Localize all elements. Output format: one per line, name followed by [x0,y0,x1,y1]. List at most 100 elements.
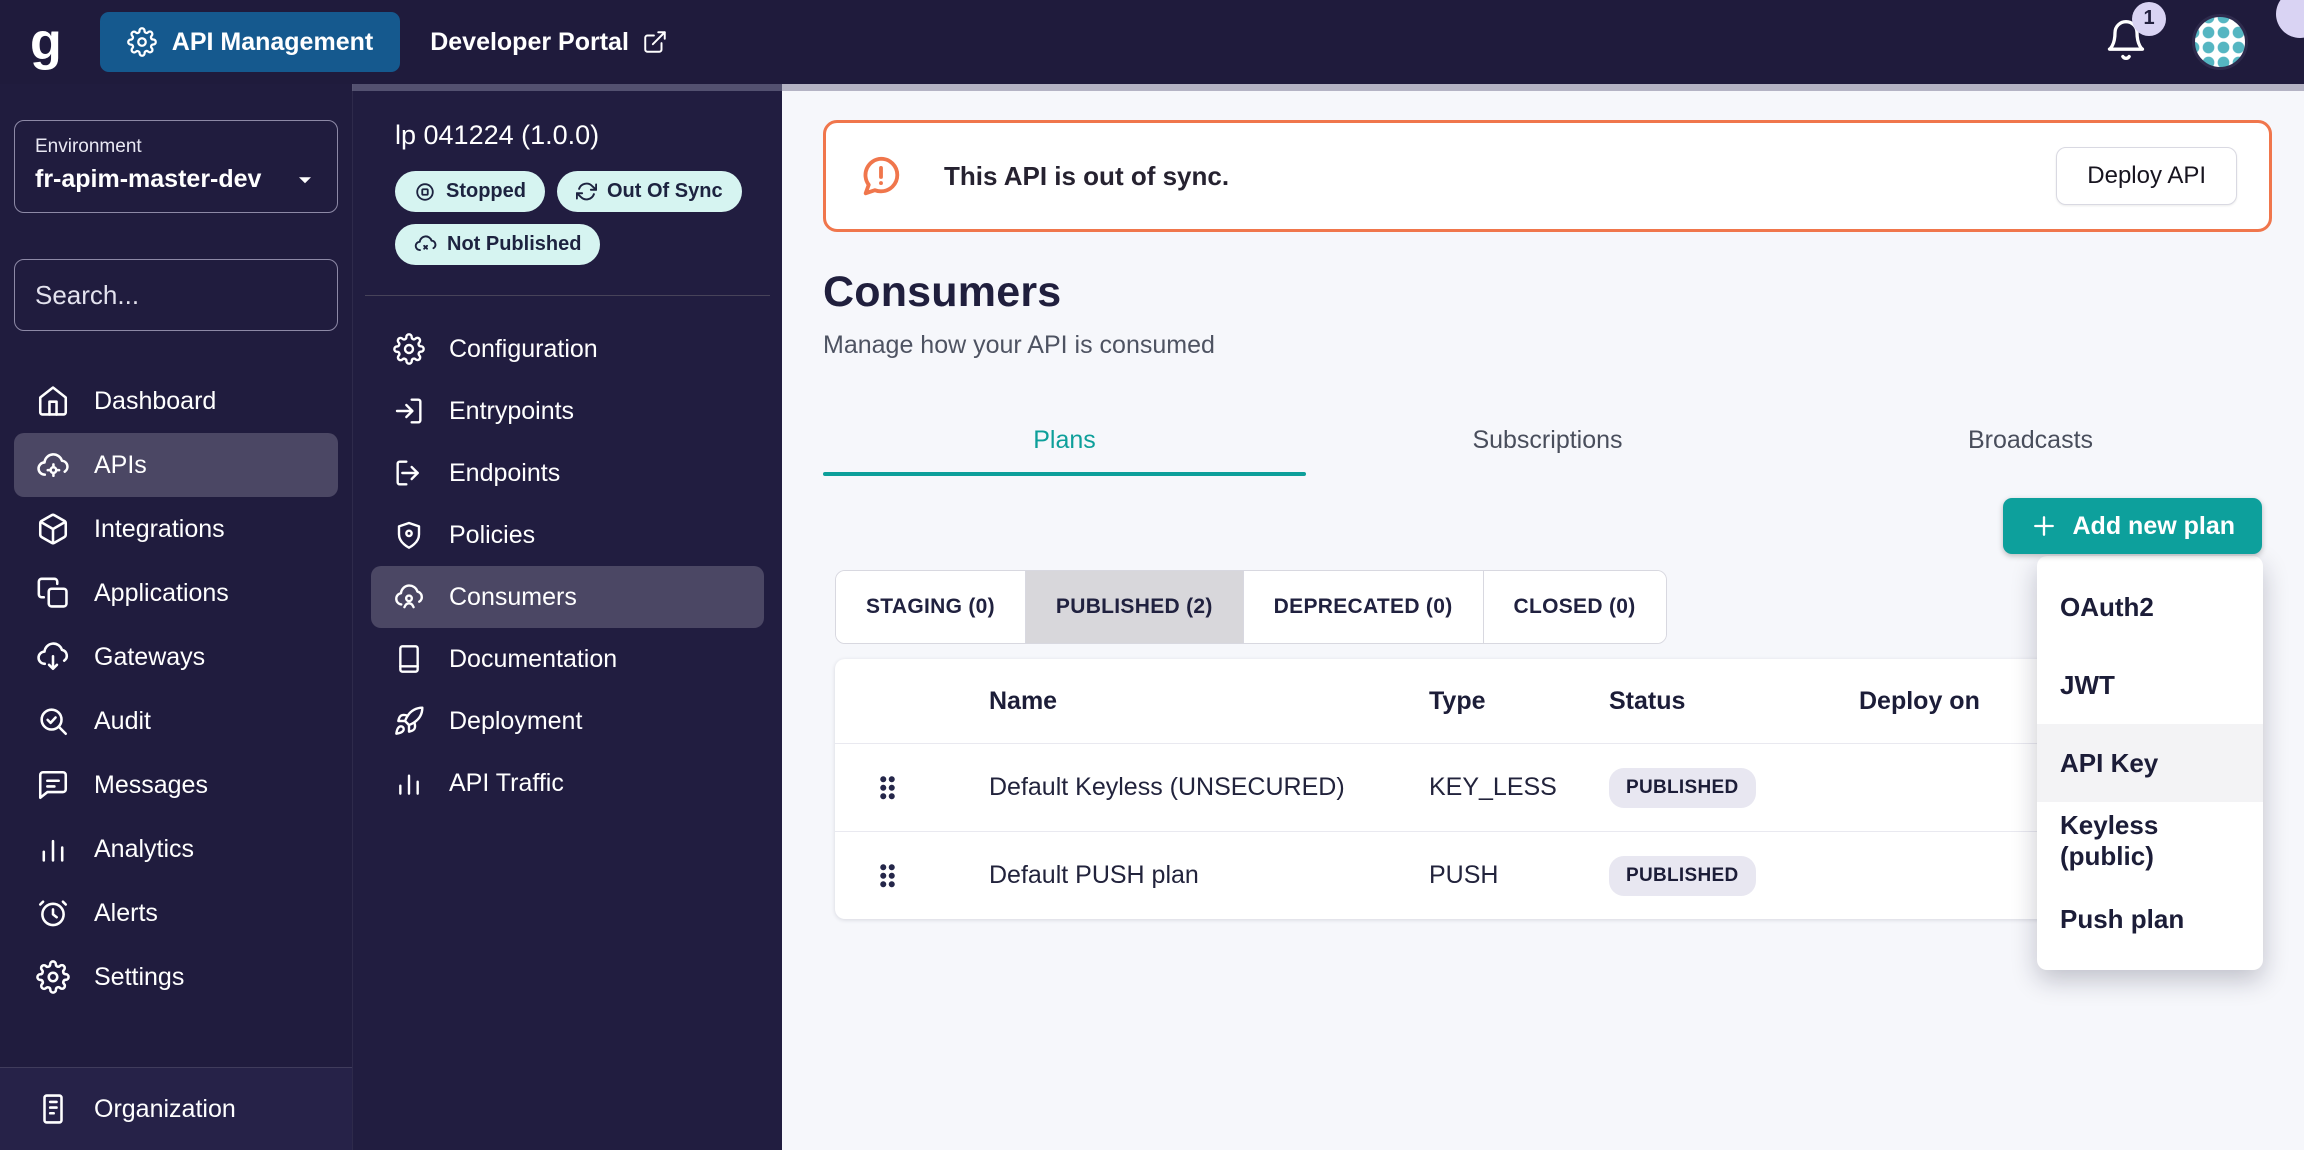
column-header-deploy-on: Deploy on [1859,687,1995,716]
search-check-icon [36,704,70,738]
sidebar-item-gateways[interactable]: Gateways [14,625,338,689]
consumer-tabs: Plans Subscriptions Broadcasts [823,410,2272,476]
sidebar-item-audit[interactable]: Audit [14,689,338,753]
api-header: lp 041224 (1.0.0) Stopped Out Of Sync No… [353,84,782,265]
api-nav-documentation[interactable]: Documentation [371,628,764,690]
exit-arrow-icon [393,457,425,489]
badge-label: Not Published [447,233,581,256]
environment-selector[interactable]: Environment fr-apim-master-dev [14,120,338,213]
api-nav-label: Entrypoints [449,397,574,426]
sidebar-item-label: Messages [94,771,208,800]
status-badge-out-of-sync: Out Of Sync [557,171,742,212]
developer-portal-link[interactable]: Developer Portal [430,28,668,57]
status-badge-not-published: Not Published [395,224,600,265]
sidebar-item-messages[interactable]: Messages [14,753,338,817]
sidebar-item-dashboard[interactable]: Dashboard [14,369,338,433]
sidebar-item-label: Applications [94,579,229,608]
menu-item-push-plan[interactable]: Push plan [2037,880,2263,958]
add-new-plan-button[interactable]: Add new plan [2003,498,2263,554]
user-avatar[interactable] [2192,14,2248,70]
plan-status-filter: STAGING (0) PUBLISHED (2) DEPRECATED (0)… [835,570,1667,644]
content-shell: Environment fr-apim-master-dev Dashboard… [0,84,2304,1150]
filter-closed[interactable]: CLOSED (0) [1483,571,1666,643]
environment-label: Environment [35,136,317,158]
copy-icon [36,576,70,610]
tab-broadcasts[interactable]: Broadcasts [1789,410,2272,476]
sidebar-item-alerts[interactable]: Alerts [14,881,338,945]
gear-icon [127,27,157,57]
notifications-button[interactable]: 1 [2104,18,2148,67]
api-nav-label: Consumers [449,583,577,612]
drag-handle-icon[interactable] [879,863,896,888]
gear-icon [36,960,70,994]
api-title: lp 041224 (1.0.0) [395,120,762,151]
api-nav-label: Endpoints [449,459,560,488]
api-management-label: API Management [172,28,373,57]
filter-staging[interactable]: STAGING (0) [836,571,1025,643]
cloud-download-icon [36,640,70,674]
plan-status-badge: PUBLISHED [1609,768,1756,808]
plan-status-badge: PUBLISHED [1609,856,1756,896]
api-management-button[interactable]: API Management [100,12,400,72]
api-nav-label: Configuration [449,335,598,364]
api-nav-label: API Traffic [449,769,564,798]
api-nav-deployment[interactable]: Deployment [371,690,764,752]
search-input[interactable] [35,280,370,311]
chevron-down-icon [293,168,317,192]
api-nav-entrypoints[interactable]: Entrypoints [371,380,764,442]
plus-icon [2030,512,2058,540]
plans-table: Name Type Status Deploy on Default Keyle… [835,659,2095,919]
badge-label: Out Of Sync [607,180,723,203]
add-plan-dropdown-menu: OAuth2 JWT API Key Keyless (public) Push… [2037,556,2263,970]
sidebar-item-applications[interactable]: Applications [14,561,338,625]
rocket-icon [393,705,425,737]
menu-item-jwt[interactable]: JWT [2037,646,2263,724]
entry-arrow-icon [393,395,425,427]
sidebar-footer: Organization [0,1067,352,1150]
drag-handle-icon[interactable] [879,775,896,800]
tab-plans[interactable]: Plans [823,410,1306,476]
gravitee-logo[interactable]: g [30,19,62,66]
filter-published[interactable]: PUBLISHED (2) [1025,571,1243,643]
page-title: Consumers [823,268,2272,317]
external-link-icon [642,29,668,55]
shield-icon [393,519,425,551]
column-header-name: Name [989,687,1429,716]
deploy-api-button[interactable]: Deploy API [2056,147,2237,205]
api-nav-label: Policies [449,521,535,550]
warning-bubble-icon [858,153,904,199]
api-nav-label: Documentation [449,645,617,674]
status-badge-stopped: Stopped [395,171,545,212]
sidebar-item-analytics[interactable]: Analytics [14,817,338,881]
top-bar: g API Management Developer Portal 1 [0,0,2304,84]
api-nav-api-traffic[interactable]: API Traffic [371,752,764,814]
sidebar-item-apis[interactable]: APIs [14,433,338,497]
app-root: g API Management Developer Portal 1 Envi… [0,0,2304,1150]
table-row: Default PUSH plan PUSH PUBLISHED [835,831,2095,919]
api-nav-consumers[interactable]: Consumers [371,566,764,628]
badge-label: Stopped [446,180,526,203]
tab-subscriptions[interactable]: Subscriptions [1306,410,1789,476]
filter-deprecated[interactable]: DEPRECATED (0) [1243,571,1483,643]
sidebar-item-settings[interactable]: Settings [14,945,338,1009]
cube-icon [36,512,70,546]
api-status-badges: Stopped Out Of Sync Not Published [395,171,747,265]
sidebar-item-label: APIs [94,451,147,480]
sidebar-item-label: Analytics [94,835,194,864]
notification-badge: 1 [2132,2,2166,36]
sidebar-item-label: Audit [94,707,151,736]
environment-value: fr-apim-master-dev [35,165,261,194]
out-of-sync-banner: This API is out of sync. Deploy API [823,120,2272,232]
menu-item-keyless-public[interactable]: Keyless (public) [2037,802,2263,880]
plan-name: Default PUSH plan [989,861,1429,890]
api-nav-endpoints[interactable]: Endpoints [371,442,764,504]
sidebar-item-integrations[interactable]: Integrations [14,497,338,561]
sidebar-item-organization[interactable]: Organization [0,1068,352,1150]
menu-item-oauth2[interactable]: OAuth2 [2037,568,2263,646]
api-nav-policies[interactable]: Policies [371,504,764,566]
add-new-plan-label: Add new plan [2073,512,2236,541]
menu-item-api-key[interactable]: API Key [2037,724,2263,802]
corner-avatar-circle [2276,0,2304,38]
page-subtitle: Manage how your API is consumed [823,331,2272,360]
api-nav-configuration[interactable]: Configuration [371,318,764,380]
